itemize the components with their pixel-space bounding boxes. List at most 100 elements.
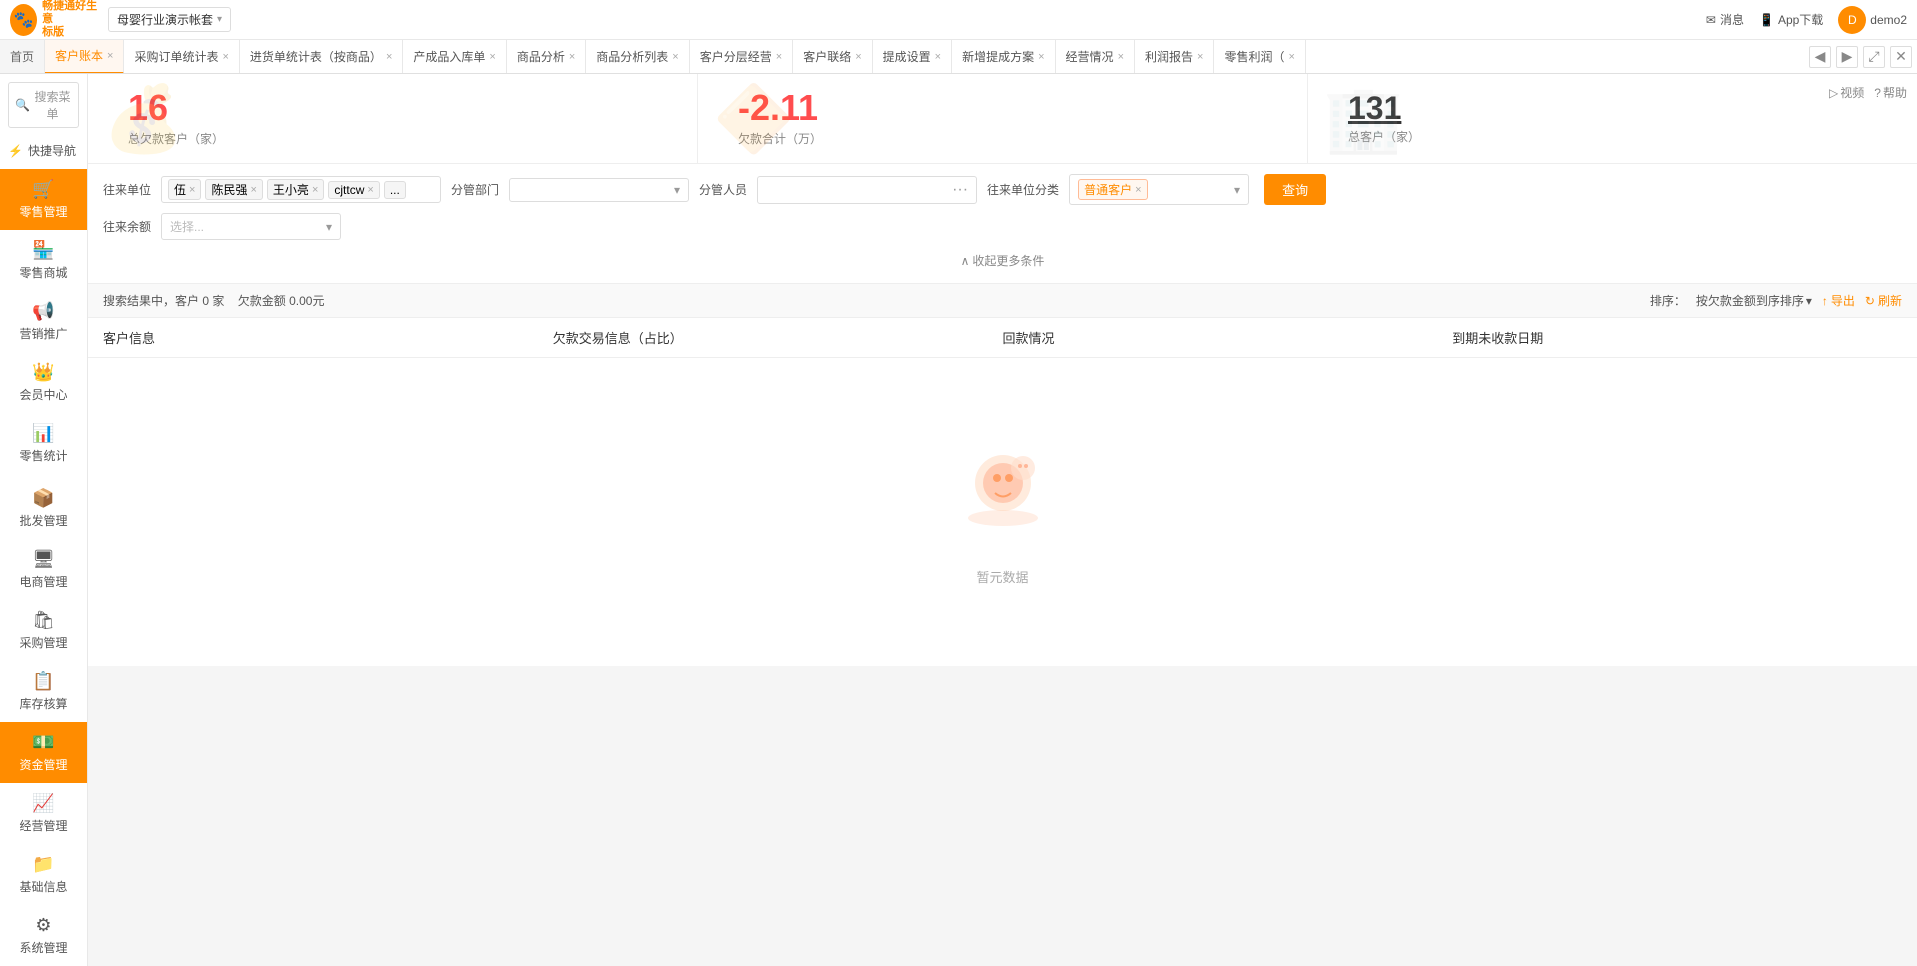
- sidebar-item-retail-mall[interactable]: 🏪 零售商城: [0, 230, 87, 291]
- tab-scroll-left[interactable]: ◀: [1809, 46, 1831, 68]
- close-icon[interactable]: ×: [222, 51, 228, 63]
- export-icon: ↑: [1822, 294, 1828, 308]
- close-icon[interactable]: ×: [855, 51, 861, 63]
- help-btn[interactable]: ? 帮助: [1874, 84, 1907, 101]
- unit-class-tag[interactable]: 普通客户 ×: [1078, 179, 1147, 200]
- user-avatar-button[interactable]: D demo2: [1838, 6, 1907, 34]
- close-icon[interactable]: ×: [1118, 51, 1124, 63]
- tab-scroll-right[interactable]: ▶: [1836, 46, 1858, 68]
- close-icon[interactable]: ×: [776, 51, 782, 63]
- close-icon[interactable]: ×: [1038, 51, 1044, 63]
- tag-close-icon[interactable]: ×: [367, 184, 373, 196]
- sidebar-item-retail-stats[interactable]: 📊 零售统计: [0, 413, 87, 474]
- stat-bg-icon-1: 💰: [103, 81, 184, 157]
- account-selector[interactable]: 母婴行业演示帐套 ▾: [108, 7, 231, 32]
- tag-wu[interactable]: 伍 ×: [168, 179, 201, 200]
- tab-close-all[interactable]: ✕: [1890, 46, 1912, 68]
- video-help-btn[interactable]: ▷ 视频: [1829, 84, 1864, 101]
- refresh-button[interactable]: ↻ 刷新: [1865, 292, 1902, 309]
- tab-operation-status[interactable]: 经营情况 ×: [1056, 40, 1135, 74]
- tab-retail-profit[interactable]: 零售利润（ ×: [1214, 40, 1305, 74]
- unit-class-label: 往来单位分类: [987, 181, 1059, 198]
- query-button[interactable]: 查询: [1264, 174, 1326, 205]
- collapse-button[interactable]: ∧ 收起更多条件: [961, 252, 1045, 269]
- tab-product-analysis[interactable]: 商品分析 ×: [507, 40, 586, 74]
- tab-profit-report[interactable]: 利润报告 ×: [1135, 40, 1214, 74]
- tab-bar: 首页 客户账本 × 采购订单统计表 × 进货单统计表（按商品） × 产成品入库单…: [0, 40, 1917, 74]
- chevron-down-icon: ▾: [1806, 294, 1812, 308]
- finance-icon: 💵: [32, 732, 54, 753]
- sidebar-item-marketing[interactable]: 📢 营销推广: [0, 291, 87, 352]
- quick-nav-button[interactable]: ⚡ 快捷导航: [0, 136, 87, 165]
- close-icon[interactable]: ×: [386, 51, 392, 63]
- message-button[interactable]: ✉ 消息: [1706, 11, 1744, 28]
- stats-bar: 💰 16 总欠款客户（家） 🔶 -2.11 欠款合计（万） 🏢 131: [88, 74, 1917, 164]
- search-result-text: 搜索结果中，客户 0 家 欠款金额 0.00元: [103, 292, 324, 309]
- tag-close-icon[interactable]: ×: [312, 184, 318, 196]
- logo-text: 畅捷通好生意 标版: [42, 0, 98, 39]
- col-header-due-date: 到期未收款日期: [1452, 328, 1902, 347]
- close-icon[interactable]: ×: [935, 51, 941, 63]
- more-options-icon[interactable]: ···: [952, 181, 968, 199]
- tag-cjttcw[interactable]: cjttcw ×: [328, 181, 379, 199]
- close-icon[interactable]: ×: [672, 51, 678, 63]
- table-header: 客户信息 欠款交易信息（占比） 回款情况 到期未收款日期: [88, 318, 1917, 358]
- close-icon[interactable]: ×: [1197, 51, 1203, 63]
- tab-customer-segment[interactable]: 客户分层经营 ×: [690, 40, 793, 74]
- search-menu-button[interactable]: 🔍 搜索菜单: [8, 82, 79, 128]
- tab-product-analysis-list[interactable]: 商品分析列表 ×: [586, 40, 689, 74]
- sidebar-item-basic-info[interactable]: 📁 基础信息: [0, 844, 87, 905]
- unit-class-select[interactable]: 普通客户 × ▾: [1069, 174, 1249, 205]
- mall-icon: 🏪: [32, 240, 54, 261]
- export-button[interactable]: ↑ 导出: [1822, 292, 1855, 309]
- close-icon[interactable]: ×: [107, 50, 113, 62]
- empty-icon: [953, 438, 1053, 557]
- result-bar: 搜索结果中，客户 0 家 欠款金额 0.00元 排序： 按欠款金额到序排序 ▾ …: [88, 284, 1917, 318]
- sidebar-item-wholesale[interactable]: 📦 批发管理: [0, 478, 87, 539]
- member-icon: 👑: [32, 362, 54, 383]
- stat-card-debt: 🔶 -2.11 欠款合计（万）: [698, 74, 1308, 163]
- empty-text: 暂元数据: [976, 567, 1028, 586]
- refresh-icon: ↻: [1865, 294, 1875, 308]
- app-download-button[interactable]: 📱 App下载: [1759, 11, 1823, 28]
- tab-promotion-settings[interactable]: 提成设置 ×: [873, 40, 952, 74]
- sidebar-item-system[interactable]: ⚙ 系统管理: [0, 905, 87, 966]
- person-select[interactable]: ···: [757, 176, 977, 204]
- tag-wang[interactable]: 王小亮 ×: [267, 179, 324, 200]
- tag-chen[interactable]: 陈民强 ×: [205, 179, 262, 200]
- tab-new-promotion[interactable]: 新增提成方案 ×: [952, 40, 1055, 74]
- tag-close-icon[interactable]: ×: [250, 184, 256, 196]
- tab-home[interactable]: 首页: [0, 40, 45, 74]
- purchase-icon: 🛍: [32, 610, 55, 631]
- sidebar-item-operation[interactable]: 📈 经营管理: [0, 783, 87, 844]
- sidebar-item-inventory[interactable]: 📋 库存核算: [0, 661, 87, 722]
- tab-product-entry[interactable]: 产成品入库单 ×: [403, 40, 506, 74]
- marketing-icon: 📢: [32, 301, 54, 322]
- tab-customer-account[interactable]: 客户账本 ×: [45, 40, 124, 74]
- tag-close-icon[interactable]: ×: [189, 184, 195, 196]
- close-icon[interactable]: ×: [1288, 51, 1294, 63]
- sidebar-item-member[interactable]: 👑 会员中心: [0, 352, 87, 413]
- sidebar-item-retail-mgmt[interactable]: 🛒 零售管理: [0, 169, 87, 230]
- close-icon[interactable]: ×: [569, 51, 575, 63]
- sort-select[interactable]: 按欠款金额到序排序 ▾: [1696, 292, 1812, 309]
- sidebar-item-ecommerce[interactable]: 🖥 电商管理: [0, 539, 87, 600]
- tab-customer-contact[interactable]: 客户联络 ×: [793, 40, 872, 74]
- sidebar-item-finance[interactable]: 💵 资金管理: [0, 722, 87, 783]
- unit-tag-input[interactable]: 伍 × 陈民强 × 王小亮 × cjttcw × ...: [161, 176, 441, 203]
- tag-close-icon[interactable]: ×: [1135, 184, 1141, 196]
- tab-purchase-order[interactable]: 采购订单统计表 ×: [124, 40, 239, 74]
- stat-bg-icon-2: 🔶: [713, 81, 794, 157]
- tab-purchase-stats[interactable]: 进货单统计表（按商品） ×: [240, 40, 403, 74]
- collapse-icon: ∧: [961, 254, 970, 268]
- sidebar: 🔍 搜索菜单 ⚡ 快捷导航 🛒 零售管理 🏪 零售商城 📢 营销推广 👑 会员中…: [0, 74, 88, 966]
- close-icon[interactable]: ×: [489, 51, 495, 63]
- balance-select[interactable]: 选择... ▾: [161, 213, 341, 240]
- dept-select[interactable]: ▾: [509, 178, 689, 202]
- col-header-debt-info: 欠款交易信息（占比）: [553, 328, 1003, 347]
- tag-more[interactable]: ...: [384, 181, 406, 199]
- tab-fullscreen[interactable]: ⤢: [1863, 46, 1885, 68]
- content-area: 💰 16 总欠款客户（家） 🔶 -2.11 欠款合计（万） 🏢 131: [88, 74, 1917, 966]
- sidebar-item-purchase[interactable]: 🛍 采购管理: [0, 600, 87, 661]
- chevron-down-icon: ▾: [217, 14, 222, 25]
